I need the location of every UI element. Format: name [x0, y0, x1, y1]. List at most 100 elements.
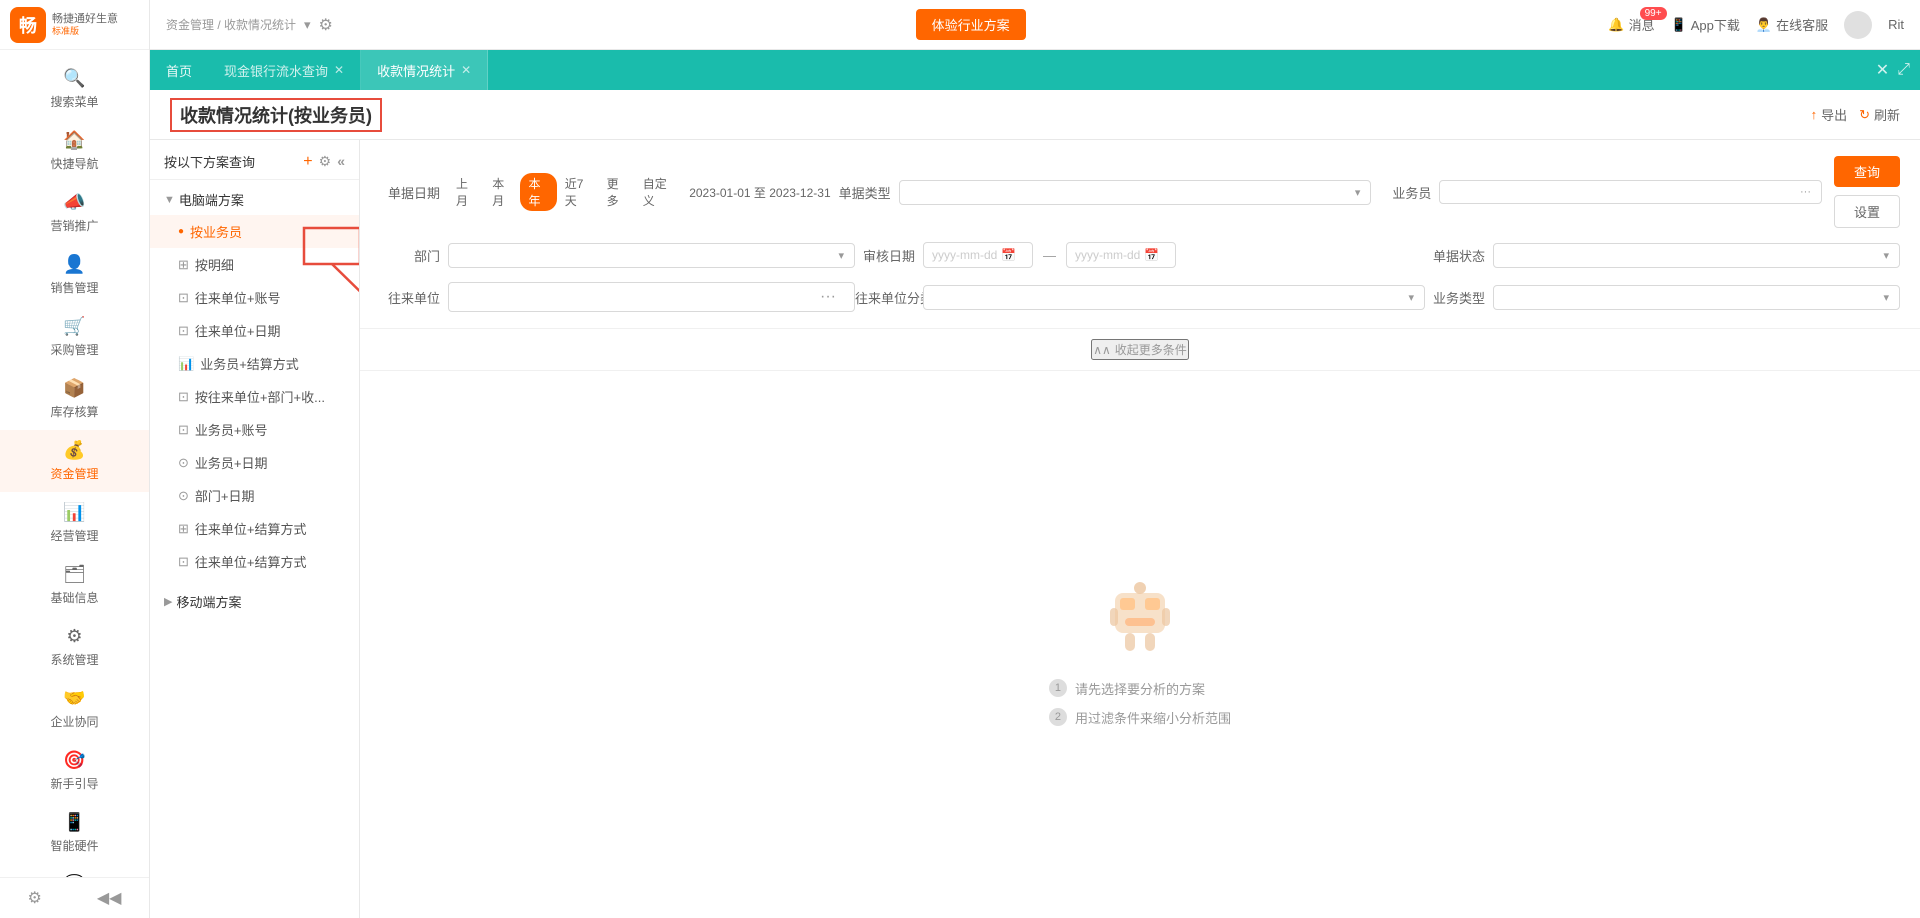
avatar[interactable]: [1844, 11, 1872, 39]
partner-category-select[interactable]: ▾: [923, 285, 1425, 310]
date-tab-7days[interactable]: 近7天: [557, 173, 599, 211]
partner-label: 往来单位: [380, 288, 440, 307]
content-area: 按以下方案查询 + ⚙ « ▼ 电脑端方案 ● 按业务员: [150, 140, 1920, 918]
settings-footer-btn[interactable]: ⚙: [28, 888, 42, 908]
review-date-end-input[interactable]: yyyy-mm-dd 📅: [1066, 242, 1176, 268]
sidebar-item-finance[interactable]: 💰 资金管理: [0, 430, 149, 492]
export-button[interactable]: ↑ 导出: [1811, 105, 1848, 124]
scheme-item-partner-dept-receipt[interactable]: ⊡ 按往来单位+部门+收...: [150, 380, 359, 413]
right-panel: 单据日期 上月 本月 本年 近7天 更多 自定义 20: [360, 140, 1920, 918]
tab-expand-btn[interactable]: ⤢: [1897, 61, 1910, 79]
date-tab-last-month[interactable]: 上月: [448, 173, 484, 211]
voucher-status-select[interactable]: ▾: [1493, 243, 1900, 268]
settings-button[interactable]: 设置: [1834, 195, 1900, 228]
date-control: 上月 本月 本年 近7天 更多 自定义 2023-01-01 至 2023-12…: [448, 173, 831, 211]
scheme-item-salesperson-date[interactable]: ⊙ 业务员+日期: [150, 446, 359, 479]
voucher-status-control: ▾: [1493, 243, 1900, 268]
sidebar-label-operation: 经营管理: [50, 527, 98, 544]
sidebar-item-sales[interactable]: 👤 销售管理: [0, 244, 149, 306]
scheme-item-partner-settle2[interactable]: ⊡ 往来单位+结算方式: [150, 545, 359, 578]
refresh-button[interactable]: ↻ 刷新: [1859, 105, 1900, 124]
scheme-item-partner-account[interactable]: ⊡ 往来单位+账号: [150, 281, 359, 314]
tab-close-all-btn[interactable]: ✕: [1876, 60, 1889, 80]
sidebar-item-purchase[interactable]: 🛒 采购管理: [0, 306, 149, 368]
scheme-item-salesperson-settle[interactable]: 📊 业务员+结算方式: [150, 347, 359, 380]
tab-bar: 首页 现金银行流水查询 ✕ 收款情况统计 ✕ ✕ ⤢: [150, 50, 1920, 90]
scheme-item-partner-settle1[interactable]: ⊞ 往来单位+结算方式: [150, 512, 359, 545]
mobile-scheme-group-header[interactable]: ▶ 移动端方案: [150, 586, 359, 617]
filter-biz-type: 业务类型 ▾: [1425, 285, 1900, 310]
sidebar-item-guide[interactable]: 🎯 新手引导: [0, 740, 149, 802]
sidebar-label-system: 系统管理: [50, 651, 98, 668]
partner-more-icon[interactable]: ···: [820, 288, 836, 306]
tab-home[interactable]: 首页: [150, 61, 208, 80]
online-service-label: 在线客服: [1776, 15, 1828, 34]
header-gear-icon[interactable]: ⚙: [319, 15, 333, 35]
scheme-settings-btn[interactable]: ⚙: [319, 153, 332, 171]
sidebar-item-enterprise[interactable]: 🤝 企业协同: [0, 678, 149, 740]
app-download-button[interactable]: 📱 App下载: [1671, 15, 1740, 34]
sidebar-label-search: 搜索菜单: [50, 93, 98, 110]
scheme-label-partner-settle2: 往来单位+结算方式: [195, 552, 307, 571]
sidebar-item-basic[interactable]: 🗂 基础信息: [0, 554, 149, 616]
empty-illustration: [1090, 563, 1190, 663]
tab-receipt-stat-close[interactable]: ✕: [461, 63, 471, 77]
query-button[interactable]: 查询: [1834, 156, 1900, 187]
voucher-type-select[interactable]: ▾: [899, 180, 1372, 205]
inventory-icon: 📦: [63, 378, 85, 399]
tab-bank-flow-close[interactable]: ✕: [334, 63, 344, 77]
date-tab-more[interactable]: 更多: [599, 173, 635, 211]
scheme-item-by-detail[interactable]: ⊞ 按明细: [150, 248, 359, 281]
breadcrumb-dropdown-icon[interactable]: ▾: [304, 17, 311, 33]
tab-receipt-stat-label: 收款情况统计: [377, 61, 455, 80]
filter-partner: 往来单位 ···: [380, 282, 855, 312]
sidebar-item-marketing[interactable]: 📣 营销推广: [0, 182, 149, 244]
sidebar-nav: 🔍 搜索菜单 🏠 快捷导航 📣 营销推广 👤 销售管理 🛒 采购管理 📦: [0, 50, 149, 877]
scheme-item-partner-date[interactable]: ⊡ 往来单位+日期: [150, 314, 359, 347]
sidebar-item-search[interactable]: 🔍 搜索菜单: [0, 58, 149, 120]
add-scheme-btn[interactable]: +: [303, 153, 312, 171]
review-date-start-input[interactable]: yyyy-mm-dd 📅: [923, 242, 1033, 268]
partner-category-label: 往来单位分类: [855, 288, 915, 307]
top-header: 资金管理 / 收款情况统计 ▾ ⚙ 体验行业方案 🔔 消息 99+ 📱 App下…: [150, 0, 1920, 50]
desktop-scheme-group-header[interactable]: ▼ 电脑端方案: [150, 184, 359, 215]
tab-bar-right: ✕ ⤢: [1876, 60, 1920, 80]
top-header-right: 🔔 消息 99+ 📱 App下载 👨‍💼 在线客服 Rit: [1608, 11, 1904, 39]
date-tab-custom[interactable]: 自定义: [635, 173, 681, 211]
message-button[interactable]: 🔔 消息 99+: [1608, 15, 1654, 34]
date-separator: —: [1043, 248, 1056, 263]
sidebar-item-wechat[interactable]: 💬 企业微信: [0, 864, 149, 877]
tip-text-2: 用过滤条件来缩小分析范围: [1075, 708, 1231, 727]
scheme-label-partner-dept-receipt: 按往来单位+部门+收...: [195, 387, 325, 406]
collapse-sidebar-btn[interactable]: ◀◀: [97, 888, 122, 908]
tab-receipt-stat[interactable]: 收款情况统计 ✕: [361, 50, 488, 90]
tab-bank-flow[interactable]: 现金银行流水查询 ✕: [208, 50, 361, 90]
sidebar-label-hardware: 智能硬件: [50, 837, 98, 854]
salesperson-select[interactable]: ···: [1439, 180, 1822, 204]
partner-settle2-icon: ⊡: [178, 554, 189, 570]
date-tab-this-month[interactable]: 本月: [484, 173, 520, 211]
biz-type-select[interactable]: ▾: [1493, 285, 1900, 310]
voucher-type-arrow-icon: ▾: [1355, 186, 1361, 199]
scheme-label-by-salesperson: 按业务员: [190, 222, 242, 241]
online-service-button[interactable]: 👨‍💼 在线客服: [1756, 15, 1828, 34]
collapse-panel-btn[interactable]: «: [337, 153, 345, 171]
collapse-conditions-btn[interactable]: ∧∧ 收起更多条件: [1091, 339, 1189, 360]
dept-select[interactable]: ▾: [448, 243, 855, 268]
voucher-status-label: 单据状态: [1425, 246, 1485, 265]
filter-salesperson: 业务员 ···: [1371, 180, 1822, 204]
sidebar-item-hardware[interactable]: 📱 智能硬件: [0, 802, 149, 864]
empty-tips: 1 请先选择要分析的方案 2 用过滤条件来缩小分析范围: [1049, 679, 1231, 727]
partner-select[interactable]: ···: [448, 282, 855, 312]
date-tab-this-year[interactable]: 本年: [520, 173, 556, 211]
sidebar-item-system[interactable]: ⚙ 系统管理: [0, 616, 149, 678]
scheme-item-by-salesperson[interactable]: ● 按业务员: [150, 215, 359, 248]
sidebar-item-inventory[interactable]: 📦 库存核算: [0, 368, 149, 430]
sidebar-item-operation[interactable]: 📊 经营管理: [0, 492, 149, 554]
scheme-item-salesperson-account[interactable]: ⊡ 业务员+账号: [150, 413, 359, 446]
trial-button[interactable]: 体验行业方案: [916, 9, 1026, 40]
partner-control: ···: [448, 282, 855, 312]
scheme-item-dept-date[interactable]: ⊙ 部门+日期: [150, 479, 359, 512]
sidebar-item-nav[interactable]: 🏠 快捷导航: [0, 120, 149, 182]
filter-voucher-type: 单据类型 ▾: [831, 180, 1372, 205]
